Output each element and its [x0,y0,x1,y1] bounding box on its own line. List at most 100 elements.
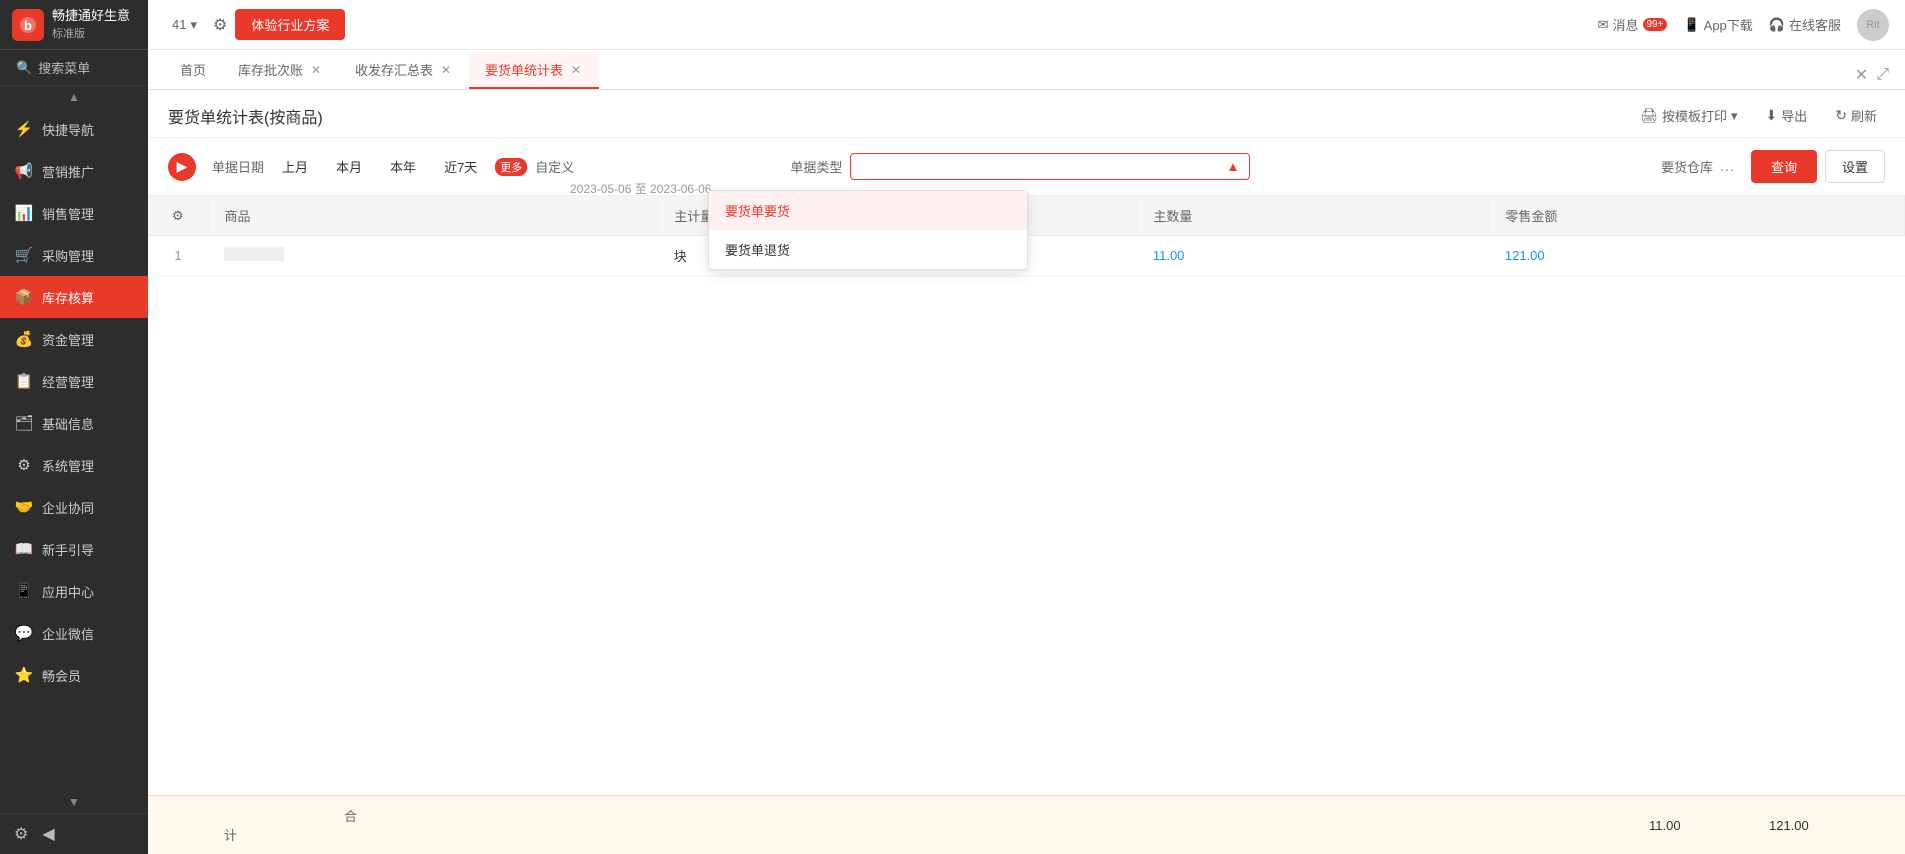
tab-req-summary-label: 要货单统计表 [485,60,563,79]
sidebar-item-label: 应用中心 [42,582,94,601]
sidebar-item-finance[interactable]: 💰 资金管理 [0,318,148,360]
page-header: 要货单统计表(按商品) 🖨 按模板打印 ▾ ⬇ 导出 ↻ 刷新 [148,90,1905,138]
online-service[interactable]: 🎧 在线客服 [1769,15,1841,34]
sidebar-nav: ⚡ 快捷导航 📢 营销推广 📊 销售管理 🛒 采购管理 📦 库存核算 💰 资金管… [0,108,148,791]
app-download[interactable]: 📱 App下载 [1683,15,1752,34]
footer-values: 11.00 121.00 [1649,818,1889,833]
tab-inventory-batch[interactable]: 库存批次账 ✕ [222,52,339,89]
svg-text:b: b [24,18,32,33]
sidebar-item-wechat[interactable]: 💬 企业微信 [0,612,148,654]
headset-icon: 🎧 [1769,17,1785,33]
appstore-icon: 📱 [14,581,34,601]
sidebar-item-system[interactable]: ⚙ 系统管理 [0,444,148,486]
tab-recv-summary-label: 收发存汇总表 [355,60,433,79]
breadcrumb-select[interactable]: 41 ▾ [164,13,205,37]
search-icon: 🔍 [16,60,32,76]
filter-toggle[interactable]: ▶ [168,153,196,181]
tab-inventory-batch-label: 库存批次账 [238,60,303,79]
search-menu[interactable]: 🔍 搜索菜单 [0,50,148,86]
export-btn[interactable]: ⬇ 导出 [1758,102,1816,129]
date-filter-section: 单据日期 上月 本月 本年 近7天 更多 自定义 [212,153,574,180]
print-icon: 🖨 [1640,107,1658,124]
sidebar-item-operations[interactable]: 📋 经营管理 [0,360,148,402]
sidebar-item-basics[interactable]: 🗂 基础信息 [0,402,148,444]
sidebar-item-inventory[interactable]: 📦 库存核算 [0,276,148,318]
date-more-badge[interactable]: 更多 [495,158,527,176]
topbar-right: ✉ 消息 99+ 📱 App下载 🎧 在线客服 Rit [1598,9,1889,41]
filter-settings-button[interactable]: 设置 [1825,150,1885,183]
operations-icon: 📋 [14,371,34,391]
topbar-settings-icon[interactable]: ⚙ [213,15,227,35]
sidebar-item-label: 基础信息 [42,414,94,433]
col-settings[interactable]: ⚙ [148,196,208,236]
dropdown-item-req-return[interactable]: 要货单退货 [709,230,1027,269]
message-badge[interactable]: ✉ 消息 99+ [1598,15,1668,34]
tab-recv-summary[interactable]: 收发存汇总表 ✕ [339,52,469,89]
type-filter-section: 单据类型 ▲ [790,153,1629,180]
tab-req-summary[interactable]: 要货单统计表 ✕ [469,52,599,89]
sales-icon: 📊 [14,203,34,223]
page-actions: 🖨 按模板打印 ▾ ⬇ 导出 ↻ 刷新 [1632,102,1885,129]
tabs-expand-btn[interactable]: ✕ [1855,65,1868,85]
type-label: 单据类型 [790,157,842,176]
main-content: 41 ▾ ⚙ 体验行业方案 ✉ 消息 99+ 📱 App下载 🎧 在线客服 Ri… [148,0,1905,854]
tabs-fullscreen-btn[interactable]: ⤢ [1876,66,1889,84]
date-prev-month-btn[interactable]: 上月 [272,153,318,180]
date-this-month-btn[interactable]: 本月 [326,153,372,180]
message-count: 99+ [1643,18,1668,31]
app-name: 畅捷通好生意 [52,8,130,25]
footer-amount: 121.00 [1769,818,1889,833]
refresh-btn[interactable]: ↻ 刷新 [1827,102,1885,129]
topbar: 41 ▾ ⚙ 体验行业方案 ✉ 消息 99+ 📱 App下载 🎧 在线客服 Ri… [148,0,1905,50]
print-template-btn[interactable]: 🖨 按模板打印 ▾ [1632,102,1745,129]
quicknav-icon: ⚡ [14,119,34,139]
warehouse-filter: 要货仓库 … [1661,157,1735,176]
online-service-label: 在线客服 [1789,15,1841,34]
sidebar-item-label: 企业协同 [42,498,94,517]
sidebar-bottom: ⚙ ◀ [0,813,148,854]
date-7days-btn[interactable]: 近7天 [434,153,487,180]
sidebar-item-quicknav[interactable]: ⚡ 快捷导航 [0,108,148,150]
logo-icon: b [12,9,44,41]
tab-req-summary-close[interactable]: ✕ [569,63,583,77]
sidebar-item-sales[interactable]: 📊 销售管理 [0,192,148,234]
sidebar-item-marketing[interactable]: 📢 营销推广 [0,150,148,192]
warehouse-more-icon[interactable]: … [1719,158,1735,176]
sidebar-item-label: 经营管理 [42,372,94,391]
settings-bottom-icon[interactable]: ⚙ [14,824,28,844]
page-content: 要货单统计表(按商品) 🖨 按模板打印 ▾ ⬇ 导出 ↻ 刷新 [148,90,1905,854]
system-icon: ⚙ [14,455,34,475]
dropdown-item-req-order[interactable]: 要货单要货 [709,191,1027,230]
sidebar-item-guide[interactable]: 📖 新手引导 [0,528,148,570]
member-icon: ⭐ [14,665,34,685]
tab-home[interactable]: 首页 [164,52,222,89]
scroll-down[interactable]: ▼ [0,791,148,813]
table-wrapper: ⚙ 商品 主计量单位 主数量 零售金额 1 [148,196,1905,795]
tab-inventory-batch-close[interactable]: ✕ [309,63,323,77]
type-dropdown[interactable]: ▲ [850,153,1250,180]
sidebar-item-member[interactable]: ⭐ 畅会员 [0,654,148,696]
print-label: 按模板打印 [1662,106,1727,125]
chevron-down-icon: ▾ [190,17,197,33]
user-avatar[interactable]: Rit [1857,9,1889,41]
tabs-expand: ✕ ⤢ [1855,65,1889,89]
sidebar-item-appstore[interactable]: 📱 应用中心 [0,570,148,612]
scroll-up[interactable]: ▲ [0,86,148,108]
filter-bar: ▶ 单据日期 上月 本月 本年 近7天 更多 自定义 2023-05-06 至 … [148,138,1905,196]
date-custom-btn[interactable]: 自定义 [535,157,574,176]
date-this-year-btn[interactable]: 本年 [380,153,426,180]
row-product [208,236,658,276]
table-footer: 合计 11.00 121.00 [148,795,1905,854]
collapse-icon[interactable]: ◀ [42,824,54,844]
sidebar-item-label: 库存核算 [42,288,94,307]
wechat-icon: 💬 [14,623,34,643]
tab-recv-summary-close[interactable]: ✕ [439,63,453,77]
chevron-up-icon: ▲ [1226,159,1239,174]
row-amount: 121.00 [1489,236,1905,276]
sidebar-item-purchase[interactable]: 🛒 采购管理 [0,234,148,276]
guide-icon: 📖 [14,539,34,559]
row-quantity: 11.00 [1137,236,1489,276]
trial-button[interactable]: 体验行业方案 [235,9,345,40]
query-button[interactable]: 查询 [1751,150,1817,183]
sidebar-item-enterprise[interactable]: 🤝 企业协同 [0,486,148,528]
